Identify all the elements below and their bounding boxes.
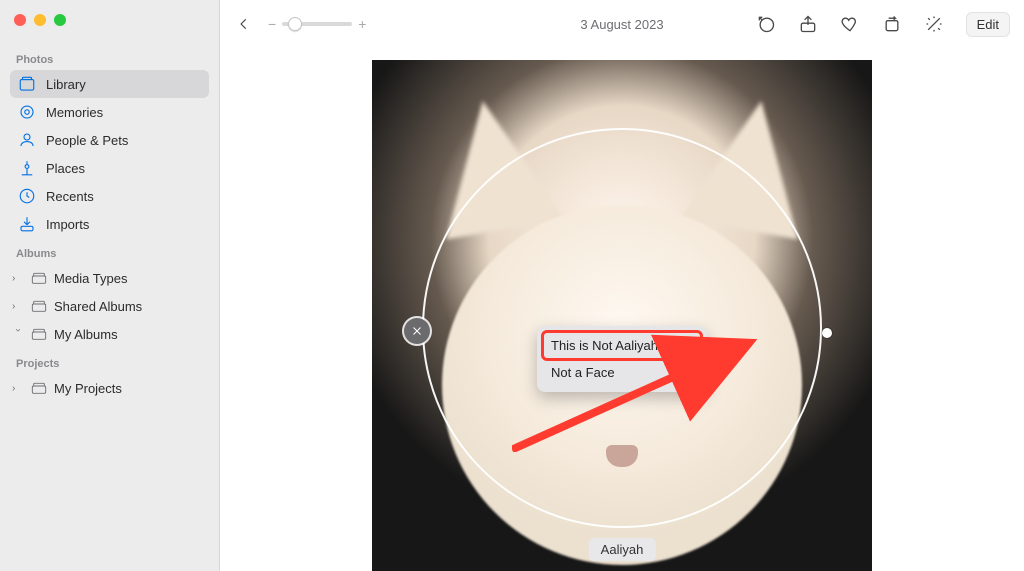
sidebar-item-label: My Projects bbox=[54, 381, 122, 396]
face-resize-handle[interactable] bbox=[822, 328, 832, 338]
library-icon bbox=[18, 75, 36, 93]
folder-icon bbox=[30, 297, 48, 315]
favorite-button[interactable] bbox=[836, 10, 864, 38]
rotate-button[interactable] bbox=[878, 10, 906, 38]
sidebar-item-recents[interactable]: Recents bbox=[10, 182, 209, 210]
sidebar-item-shared-albums[interactable]: › Shared Albums bbox=[10, 292, 209, 320]
auto-enhance-button[interactable] bbox=[920, 10, 948, 38]
sidebar-item-people-pets[interactable]: People & Pets bbox=[10, 126, 209, 154]
zoom-slider[interactable]: − + bbox=[268, 16, 366, 32]
sidebar-item-label: Places bbox=[46, 161, 85, 176]
sidebar-section-projects: Projects bbox=[10, 354, 209, 374]
face-context-menu: This is Not Aaliyah Not a Face bbox=[537, 326, 707, 392]
people-icon bbox=[18, 131, 36, 149]
toolbar: − + 3 August 2023 E bbox=[220, 0, 1024, 48]
sidebar-item-label: Media Types bbox=[54, 271, 127, 286]
zoom-in-icon[interactable]: + bbox=[358, 16, 366, 32]
sidebar-section-albums: Albums bbox=[10, 244, 209, 264]
folder-icon bbox=[30, 325, 48, 343]
main-area: − + 3 August 2023 E bbox=[220, 0, 1024, 571]
window-traffic-lights bbox=[10, 10, 209, 44]
chevron-right-icon: › bbox=[12, 301, 24, 312]
sidebar-item-label: Imports bbox=[46, 217, 89, 232]
folder-icon bbox=[30, 269, 48, 287]
sidebar: Photos Library Memories People & Pets Pl… bbox=[0, 0, 220, 571]
sidebar-item-label: Library bbox=[46, 77, 86, 92]
toolbar-left: − + bbox=[234, 14, 366, 34]
sidebar-item-places[interactable]: Places bbox=[10, 154, 209, 182]
zoom-track[interactable] bbox=[282, 22, 352, 26]
sidebar-item-my-albums[interactable]: › My Albums bbox=[10, 320, 209, 348]
menu-item-this-is-not[interactable]: This is Not Aaliyah bbox=[543, 332, 701, 359]
clock-icon bbox=[18, 187, 36, 205]
window-fullscreen-button[interactable] bbox=[54, 14, 66, 26]
sidebar-item-library[interactable]: Library bbox=[10, 70, 209, 98]
window-close-button[interactable] bbox=[14, 14, 26, 26]
sidebar-item-label: Recents bbox=[46, 189, 94, 204]
share-button[interactable] bbox=[794, 10, 822, 38]
sidebar-item-imports[interactable]: Imports bbox=[10, 210, 209, 238]
sidebar-section-photos: Photos bbox=[10, 50, 209, 70]
memories-icon bbox=[18, 103, 36, 121]
menu-item-not-a-face[interactable]: Not a Face bbox=[543, 359, 701, 386]
photo-viewer[interactable]: Aaliyah This is Not Aaliyah Not a Face bbox=[372, 60, 872, 571]
sidebar-item-media-types[interactable]: › Media Types bbox=[10, 264, 209, 292]
import-icon bbox=[18, 215, 36, 233]
folder-icon bbox=[30, 379, 48, 397]
sidebar-item-label: My Albums bbox=[54, 327, 118, 342]
window-minimize-button[interactable] bbox=[34, 14, 46, 26]
sidebar-item-label: Memories bbox=[46, 105, 103, 120]
pets-add-button[interactable] bbox=[752, 10, 780, 38]
chevron-right-icon: › bbox=[12, 383, 24, 394]
sidebar-item-label: People & Pets bbox=[46, 133, 128, 148]
chevron-right-icon: › bbox=[12, 273, 24, 284]
back-button[interactable] bbox=[234, 14, 254, 34]
chevron-down-icon: › bbox=[13, 328, 24, 340]
face-name-tag[interactable]: Aaliyah bbox=[589, 538, 656, 561]
sidebar-item-memories[interactable]: Memories bbox=[10, 98, 209, 126]
sidebar-item-my-projects[interactable]: › My Projects bbox=[10, 374, 209, 402]
zoom-out-icon[interactable]: − bbox=[268, 16, 276, 32]
zoom-thumb[interactable] bbox=[288, 17, 302, 31]
face-remove-button[interactable] bbox=[404, 318, 430, 344]
toolbar-right: Edit bbox=[752, 10, 1010, 38]
edit-button[interactable]: Edit bbox=[966, 12, 1010, 37]
sidebar-item-label: Shared Albums bbox=[54, 299, 142, 314]
places-icon bbox=[18, 159, 36, 177]
